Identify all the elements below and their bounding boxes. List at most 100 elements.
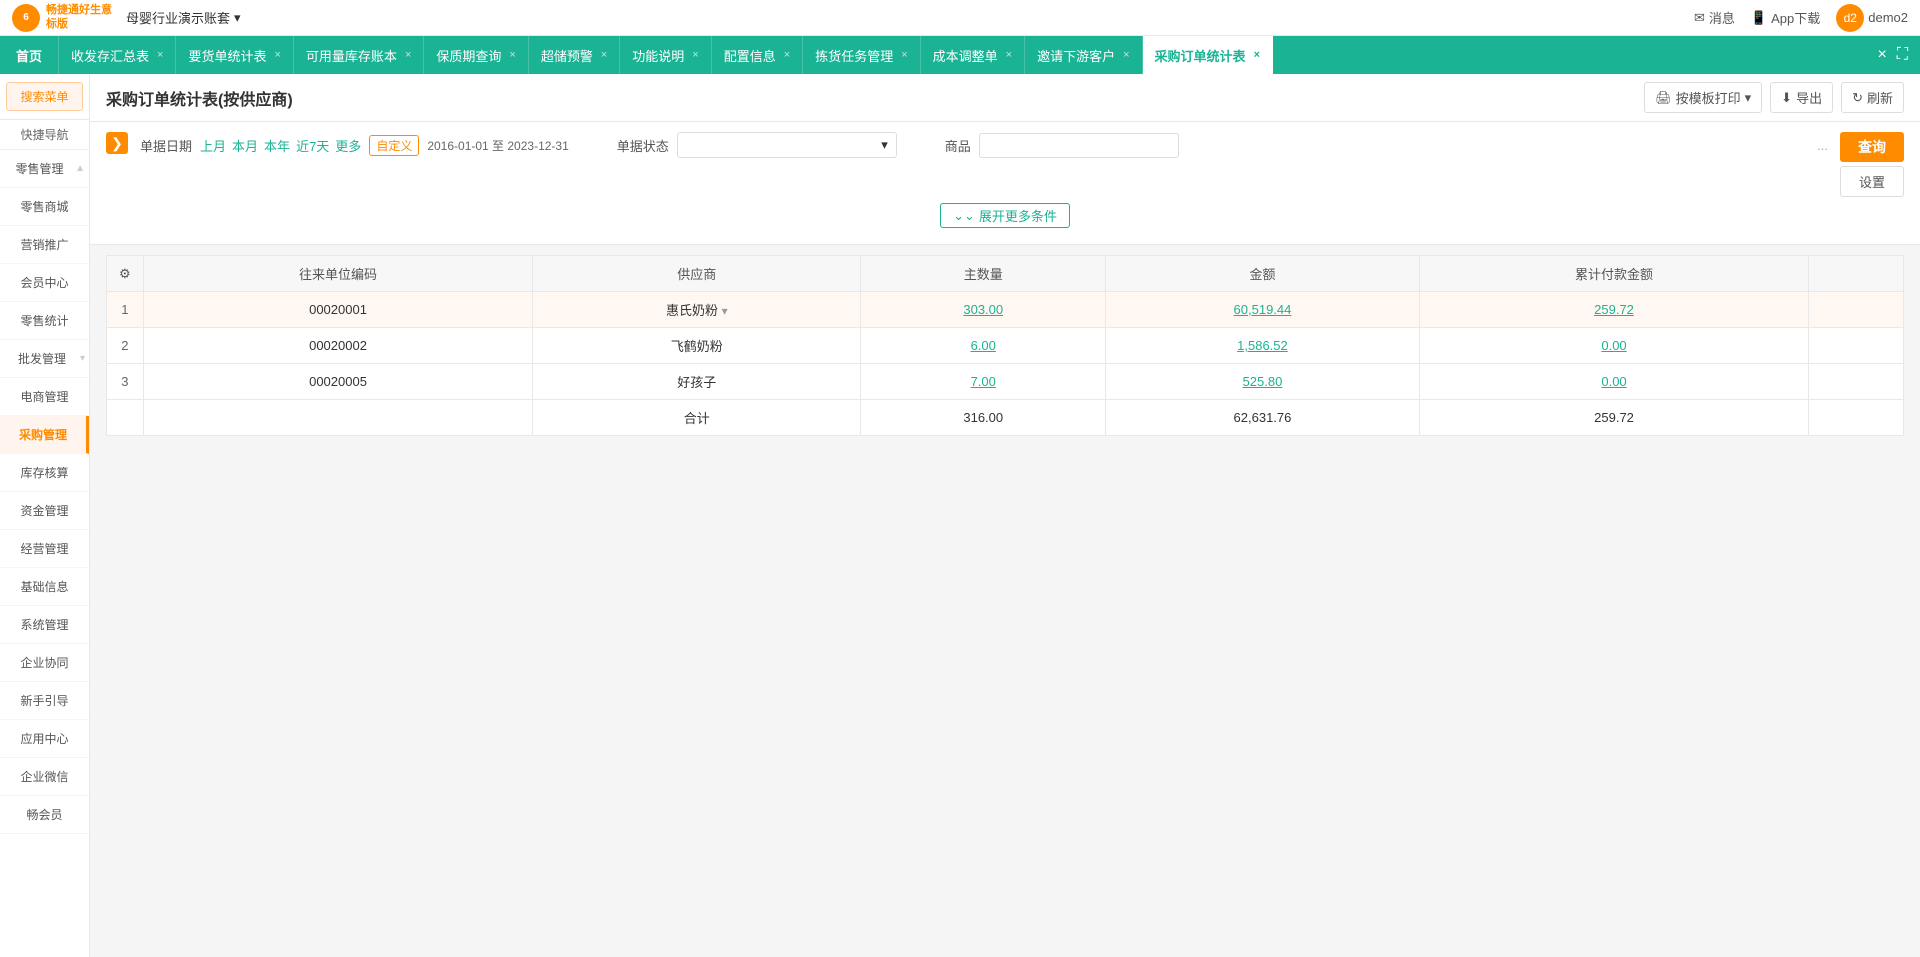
tab-close-function-desc[interactable]: ×	[692, 49, 698, 61]
table-header: ⚙ 往来单位编码 供应商 主数量 金额 累计付款金额	[107, 256, 1904, 292]
refresh-button[interactable]: ↻ 刷新	[1841, 82, 1904, 113]
sidebar-item-retail-stats[interactable]: 零售统计	[0, 302, 89, 340]
tab-close-goods-stats[interactable]: ×	[274, 49, 280, 61]
tab-fullscreen-button[interactable]: ⛶	[1893, 44, 1912, 66]
main-layout: 搜索菜单 快捷导航 零售管理 ▲ 零售商城 营销推广 会员中心 零售统计 批发管…	[0, 74, 1920, 957]
tab-close-all-button[interactable]: ×	[1873, 44, 1890, 66]
tab-collect-pay[interactable]: 收发存汇总表 ×	[59, 36, 176, 74]
tab-close-invite-customer[interactable]: ×	[1123, 49, 1129, 61]
tab-close-config-info[interactable]: ×	[784, 49, 790, 61]
sidebar-item-business-mgmt[interactable]: 经营管理	[0, 530, 89, 568]
amount[interactable]: 1,586.52	[1106, 328, 1419, 364]
row-index: 3	[107, 364, 144, 400]
tab-close-collect-pay[interactable]: ×	[157, 49, 163, 61]
tab-close-overstock[interactable]: ×	[601, 49, 607, 61]
quantity[interactable]: 6.00	[861, 328, 1106, 364]
tab-close-picking-task[interactable]: ×	[901, 49, 907, 61]
sidebar-item-vip-member[interactable]: 畅会员	[0, 796, 89, 834]
user-area[interactable]: d2 demo2	[1836, 4, 1908, 32]
print-button[interactable]: 🖨 按模板打印 ▾	[1644, 82, 1762, 113]
tab-goods-stats[interactable]: 要货单统计表 ×	[176, 36, 293, 74]
sidebar-item-ecommerce-mgmt[interactable]: 电商管理	[0, 378, 89, 416]
chevron-down-icon: ▾	[234, 10, 241, 26]
paid-amount[interactable]: 0.00	[1419, 328, 1809, 364]
shortcut-last-7-days[interactable]: 近7天	[296, 136, 329, 155]
amount[interactable]: 525.80	[1106, 364, 1419, 400]
quick-nav-button[interactable]: 快捷导航	[0, 120, 89, 150]
goods-input[interactable]	[979, 133, 1179, 158]
sidebar-item-retail-mgmt[interactable]: 零售管理 ▲	[0, 150, 89, 188]
sidebar-item-wholesale-mgmt[interactable]: 批发管理 ▾	[0, 340, 89, 378]
supplier-name: 好孩子	[533, 364, 861, 400]
app-download-button[interactable]: 📱 App下载	[1751, 8, 1820, 27]
expand-row: ⌄⌄ 展开更多条件	[106, 197, 1904, 234]
table-footer: 合计 316.00 62,631.76 259.72	[107, 400, 1904, 436]
chevron-icon: ▲	[75, 163, 85, 174]
sidebar-item-basic-info[interactable]: 基础信息	[0, 568, 89, 606]
tab-config-info[interactable]: 配置信息 ×	[712, 36, 803, 74]
quantity[interactable]: 7.00	[861, 364, 1106, 400]
footer-row: 合计 316.00 62,631.76 259.72	[107, 400, 1904, 436]
nav-tabs-end: × ⛶	[1865, 36, 1920, 74]
shortcut-this-year[interactable]: 本年	[264, 136, 290, 155]
quantity[interactable]: 303.00	[861, 292, 1106, 328]
filter-more-button[interactable]: ...	[1817, 138, 1828, 153]
date-label: 单据日期	[140, 136, 192, 155]
query-button[interactable]: 查询	[1840, 132, 1904, 162]
paid-amount[interactable]: 0.00	[1419, 364, 1809, 400]
paid-amount[interactable]: 259.72	[1419, 292, 1809, 328]
tab-stock-ledger[interactable]: 可用量库存账本 ×	[294, 36, 424, 74]
tab-home[interactable]: 首页	[0, 36, 59, 74]
search-menu-button[interactable]: 搜索菜单	[6, 82, 83, 111]
filter-main: 单据日期 上月 本月 本年 近7天 更多 自定义 2016-01-01 至 20…	[140, 132, 1828, 158]
refresh-icon: ↻	[1852, 90, 1863, 106]
workspace-selector[interactable]: 母婴行业演示账套 ▾	[120, 6, 247, 29]
tab-cost-adjust[interactable]: 成本调整单 ×	[921, 36, 1025, 74]
tab-purchase-stats[interactable]: 采购订单统计表 ×	[1143, 36, 1273, 74]
sidebar-item-stock-check[interactable]: 库存核算	[0, 454, 89, 492]
export-icon: ⬇	[1781, 90, 1792, 106]
settings-button[interactable]: 设置	[1840, 166, 1904, 197]
sidebar-item-finance-mgmt[interactable]: 资金管理	[0, 492, 89, 530]
tab-invite-customer[interactable]: 邀请下游客户 ×	[1025, 36, 1142, 74]
tab-function-desc[interactable]: 功能说明 ×	[620, 36, 711, 74]
sidebar-item-sys-mgmt[interactable]: 系统管理	[0, 606, 89, 644]
top-bar-right: ✉ 消息 📱 App下载 d2 demo2	[1694, 4, 1908, 32]
expand-icon: ⌄⌄	[953, 208, 975, 224]
sidebar-item-new-guide[interactable]: 新手引导	[0, 682, 89, 720]
tab-picking-task[interactable]: 拣货任务管理 ×	[803, 36, 920, 74]
col-settings[interactable]: ⚙	[107, 256, 144, 292]
tab-shelf-life[interactable]: 保质期查询 ×	[424, 36, 528, 74]
shortcut-last-month[interactable]: 上月	[200, 136, 226, 155]
expand-more-conditions-button[interactable]: ⌄⌄ 展开更多条件	[940, 203, 1070, 228]
shortcut-this-month[interactable]: 本月	[232, 136, 258, 155]
custom-date-badge[interactable]: 自定义	[369, 135, 419, 156]
tab-close-cost-adjust[interactable]: ×	[1006, 49, 1012, 61]
sidebar-item-member-center[interactable]: 会员中心	[0, 264, 89, 302]
nav-tabs: 首页 收发存汇总表 × 要货单统计表 × 可用量库存账本 × 保质期查询 × 超…	[0, 36, 1920, 74]
filter-collapse-button[interactable]: ❯	[106, 132, 128, 154]
footer-amount: 62,631.76	[1106, 400, 1419, 436]
sidebar-item-retail-store[interactable]: 零售商城	[0, 188, 89, 226]
filter-area: ❯ 单据日期 上月 本月 本年 近7天 更多 自定义 2016-01-01 至 …	[90, 122, 1920, 245]
sidebar-item-app-center[interactable]: 应用中心	[0, 720, 89, 758]
right-actions: 查询 设置	[1840, 132, 1904, 197]
tab-close-stock-ledger[interactable]: ×	[405, 49, 411, 61]
tab-close-purchase-stats[interactable]: ×	[1254, 49, 1260, 61]
sidebar-item-enterprise-wechat[interactable]: 企业微信	[0, 758, 89, 796]
tab-close-shelf-life[interactable]: ×	[509, 49, 515, 61]
shortcut-more[interactable]: 更多	[335, 136, 361, 155]
amount[interactable]: 60,519.44	[1106, 292, 1419, 328]
sidebar-search-section: 搜索菜单	[0, 74, 89, 120]
message-button[interactable]: ✉ 消息	[1694, 8, 1735, 27]
table-body: 1 00020001 惠氏奶粉 ▾ 303.00 60,519.44 259.7…	[107, 292, 1904, 400]
sidebar-item-purchase-mgmt[interactable]: 采购管理	[0, 416, 89, 454]
export-button[interactable]: ⬇ 导出	[1770, 82, 1833, 113]
col-paid-amount: 累计付款金额	[1419, 256, 1809, 292]
row-expand-icon[interactable]: ▾	[722, 304, 728, 318]
status-select[interactable]: ▾	[677, 132, 897, 158]
sidebar-item-marketing[interactable]: 营销推广	[0, 226, 89, 264]
sidebar-item-enterprise-collab[interactable]: 企业协同	[0, 644, 89, 682]
page-header: 采购订单统计表(按供应商) 🖨 按模板打印 ▾ ⬇ 导出 ↻ 刷新	[90, 74, 1920, 122]
tab-overstock[interactable]: 超储预警 ×	[529, 36, 620, 74]
